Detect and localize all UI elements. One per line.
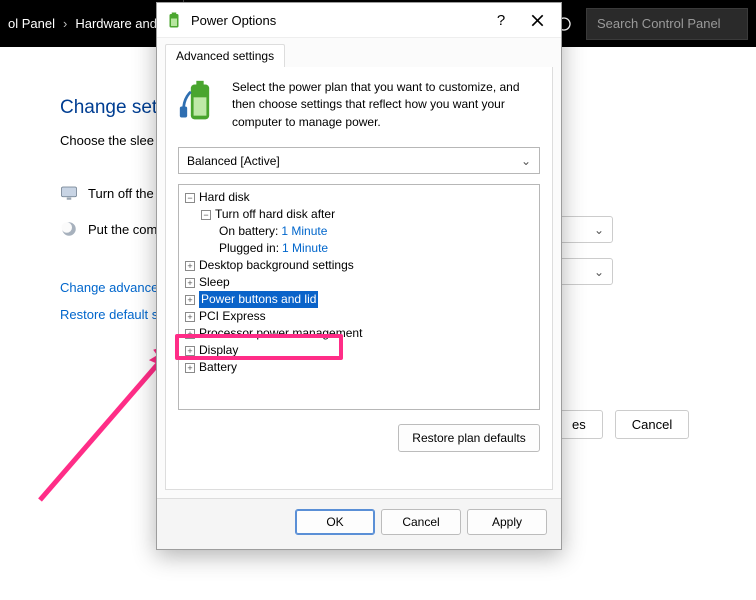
expand-icon[interactable]: +	[185, 329, 195, 339]
tree-sleep-label: Sleep	[199, 274, 230, 291]
tree-processor-label: Processor power management	[199, 325, 362, 342]
chevron-down-icon: ⌄	[521, 154, 531, 168]
expand-icon[interactable]: +	[185, 295, 195, 305]
tree-power-buttons-label: Power buttons and lid	[199, 291, 318, 308]
tree-battery[interactable]: + Battery	[179, 359, 539, 376]
power-plan-icon	[178, 79, 222, 123]
power-plan-select[interactable]: Balanced [Active] ⌄	[178, 147, 540, 174]
tab-advanced-settings[interactable]: Advanced settings	[165, 44, 285, 67]
expand-icon[interactable]: +	[185, 261, 195, 271]
tree-plugged-in[interactable]: Plugged in: 1 Minute	[179, 240, 539, 257]
tree-pci-label: PCI Express	[199, 308, 266, 325]
ok-button[interactable]: OK	[295, 509, 375, 535]
dialog-title: Power Options	[191, 13, 483, 28]
tree-plugged-in-value[interactable]: 1 Minute	[282, 240, 328, 257]
dialog-description: Select the power plan that you want to c…	[232, 79, 540, 131]
expand-icon[interactable]: +	[185, 363, 195, 373]
expand-icon[interactable]: +	[185, 312, 195, 322]
tree-display[interactable]: + Display	[179, 342, 539, 359]
settings-tree[interactable]: − Hard disk − Turn off hard disk after O…	[178, 184, 540, 410]
tree-desktop-bg-label: Desktop background settings	[199, 257, 354, 274]
help-button[interactable]: ?	[483, 5, 519, 35]
row-sleep-label: Put the com	[88, 222, 157, 237]
collapse-icon[interactable]: −	[185, 193, 195, 203]
tree-on-battery-label: On battery:	[219, 223, 278, 240]
tree-hard-disk[interactable]: − Hard disk	[179, 189, 539, 206]
row-turn-off-label: Turn off the	[88, 186, 154, 201]
apply-button[interactable]: Apply	[467, 509, 547, 535]
tree-pci-express[interactable]: + PCI Express	[179, 308, 539, 325]
restore-plan-defaults-button[interactable]: Restore plan defaults	[398, 424, 540, 452]
tree-desktop-bg[interactable]: + Desktop background settings	[179, 257, 539, 274]
tree-on-battery-value[interactable]: 1 Minute	[281, 223, 327, 240]
cancel-button[interactable]: Cancel	[615, 410, 689, 439]
power-options-dialog: Power Options ? Advanced settings Select…	[156, 2, 562, 550]
tree-plugged-in-label: Plugged in:	[219, 240, 279, 257]
tree-on-battery[interactable]: On battery: 1 Minute	[179, 223, 539, 240]
tree-hard-disk-label: Hard disk	[199, 189, 250, 206]
expand-icon[interactable]: +	[185, 346, 195, 356]
monitor-icon	[60, 184, 78, 202]
tree-turnoff-after[interactable]: − Turn off hard disk after	[179, 206, 539, 223]
tree-display-label: Display	[199, 342, 238, 359]
crumb-control-panel[interactable]: ol Panel	[8, 16, 55, 31]
help-icon: ?	[497, 12, 505, 29]
tree-turnoff-after-label: Turn off hard disk after	[215, 206, 335, 223]
search-placeholder: Search Control Panel	[597, 16, 721, 31]
dialog-button-row: OK Cancel Apply	[157, 498, 561, 549]
tree-battery-label: Battery	[199, 359, 237, 376]
tree-sleep[interactable]: + Sleep	[179, 274, 539, 291]
search-input[interactable]: Search Control Panel	[586, 8, 748, 40]
chevron-right-icon: ›	[63, 16, 67, 31]
battery-icon	[165, 11, 183, 29]
close-button[interactable]	[519, 5, 555, 35]
bg-action-row: es Cancel	[555, 410, 689, 439]
save-changes-button[interactable]: es	[555, 410, 603, 439]
collapse-icon[interactable]: −	[201, 210, 211, 220]
tree-power-buttons-lid[interactable]: + Power buttons and lid	[179, 291, 539, 308]
dialog-titlebar[interactable]: Power Options ?	[157, 3, 561, 38]
tree-processor[interactable]: + Processor power management	[179, 325, 539, 342]
cancel-button[interactable]: Cancel	[381, 509, 461, 535]
expand-icon[interactable]: +	[185, 278, 195, 288]
tab-strip: Advanced settings	[157, 38, 561, 67]
power-plan-selected: Balanced [Active]	[187, 154, 280, 168]
close-icon	[531, 14, 544, 27]
moon-icon	[60, 220, 78, 238]
tab-content: Select the power plan that you want to c…	[165, 67, 553, 490]
